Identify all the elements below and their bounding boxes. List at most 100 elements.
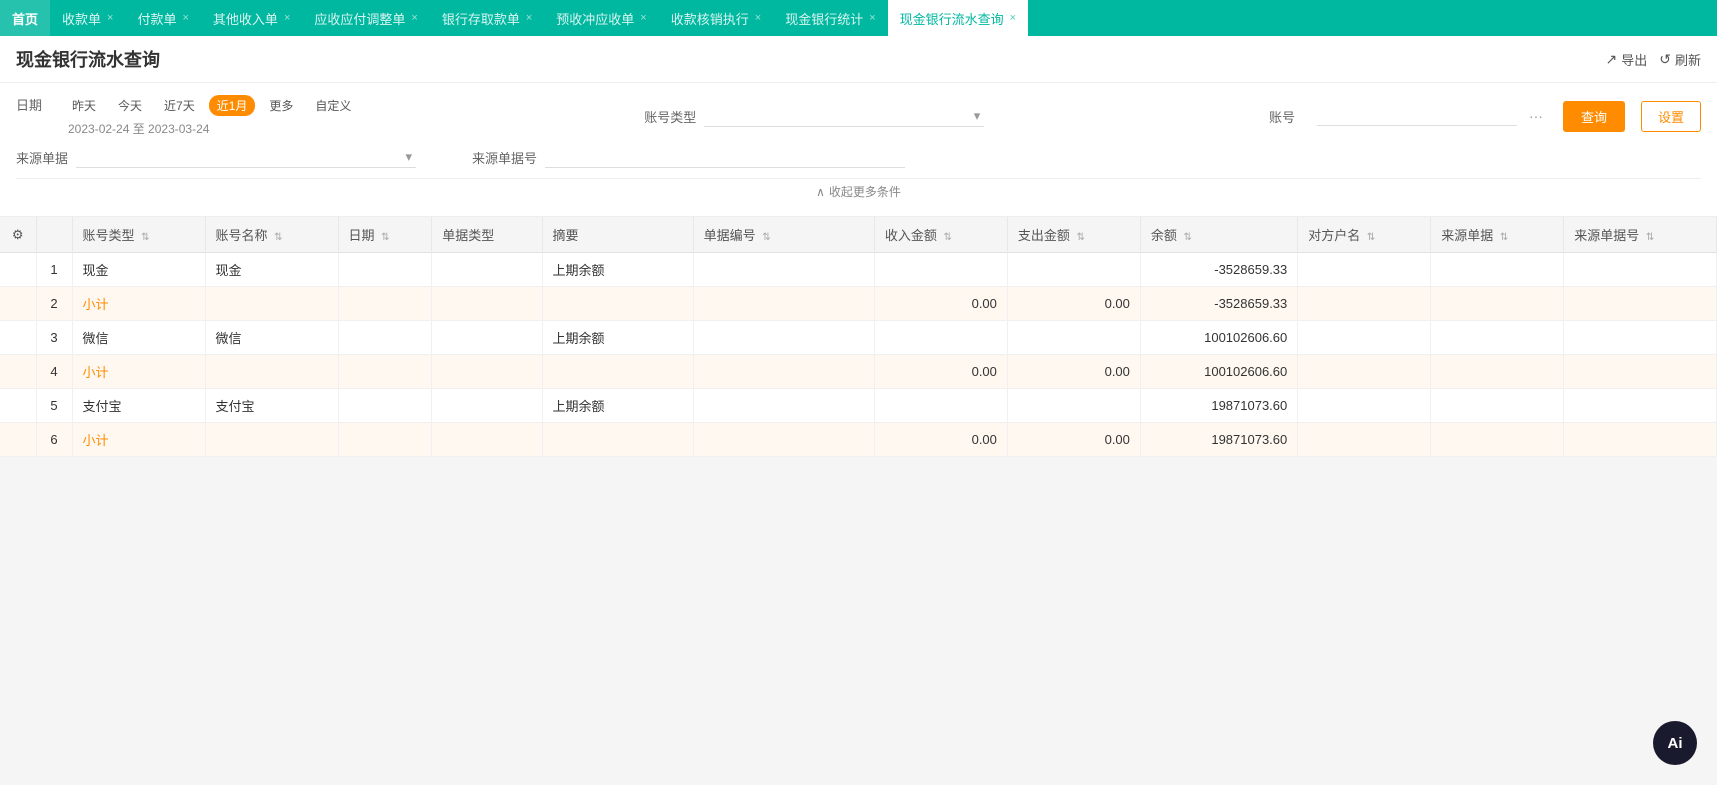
account-dots-icon[interactable]: ···	[1525, 106, 1547, 126]
close-prepay-icon[interactable]: ×	[640, 12, 646, 24]
source-doc-label: 来源单据	[16, 148, 68, 167]
gear-icon: ⚙	[12, 227, 24, 242]
close-bank-deposit-icon[interactable]: ×	[526, 12, 532, 24]
filter-area: 日期 昨天 今天 近7天 近1月 更多 自定义 2023-02-24 至 202…	[0, 83, 1717, 217]
tab-verify[interactable]: 收款核销执行 ×	[659, 0, 773, 36]
td-income: 0.00	[874, 423, 1007, 457]
close-receipt-icon[interactable]: ×	[107, 12, 113, 24]
td-account-type: 现金	[72, 253, 205, 287]
settings-button[interactable]: 设置	[1641, 101, 1701, 132]
date-opt-yesterday[interactable]: 昨天	[64, 95, 104, 116]
date-opt-custom[interactable]: 自定义	[307, 95, 359, 116]
td-date	[338, 321, 432, 355]
page-header: 现金银行流水查询 ↗ 导出 ↺ 刷新	[0, 36, 1717, 83]
td-account-name: 微信	[205, 321, 338, 355]
close-verify-icon[interactable]: ×	[755, 12, 761, 24]
th-account-name[interactable]: 账号名称 ⇅	[205, 217, 338, 253]
td-account-name	[205, 287, 338, 321]
date-opt-more[interactable]: 更多	[261, 95, 301, 116]
source-doc-group: 来源单据 ▾	[16, 147, 416, 168]
tab-receipt[interactable]: 收款单 ×	[50, 0, 125, 36]
td-date	[338, 253, 432, 287]
source-doc-select[interactable]: ▾	[76, 147, 416, 168]
tab-payment-label: 付款单	[137, 9, 176, 28]
tab-prepay-label: 预收冲应收单	[556, 9, 634, 28]
td-gear	[0, 355, 36, 389]
th-doc-type[interactable]: 单据类型	[432, 217, 542, 253]
date-opt-7days[interactable]: 近7天	[156, 95, 203, 116]
td-counterpart	[1298, 253, 1431, 287]
td-gear	[0, 287, 36, 321]
td-gear	[0, 321, 36, 355]
td-source-doc	[1431, 253, 1564, 287]
tab-prepay[interactable]: 预收冲应收单 ×	[544, 0, 658, 36]
tab-payment[interactable]: 付款单 ×	[125, 0, 200, 36]
export-label: 导出	[1621, 50, 1647, 69]
ai-button[interactable]: Ai	[1653, 721, 1697, 765]
th-balance[interactable]: 余额 ⇅	[1140, 217, 1297, 253]
td-income	[874, 321, 1007, 355]
th-doc-no[interactable]: 单据编号 ⇅	[693, 217, 874, 253]
td-account-name: 支付宝	[205, 389, 338, 423]
date-opt-today[interactable]: 今天	[110, 95, 150, 116]
tab-stats[interactable]: 现金银行统计 ×	[773, 0, 887, 36]
td-expense: 0.00	[1007, 423, 1140, 457]
export-icon: ↗	[1606, 51, 1618, 68]
date-options-wrap: 昨天 今天 近7天 近1月 更多 自定义 2023-02-24 至 2023-0…	[64, 95, 359, 137]
td-date	[338, 287, 432, 321]
account-type-select[interactable]: ▾	[704, 106, 984, 127]
td-counterpart	[1298, 321, 1431, 355]
tab-home-label: 首页	[12, 9, 38, 28]
td-balance: -3528659.33	[1140, 287, 1297, 321]
source-doc-no-input[interactable]	[549, 150, 901, 165]
th-summary[interactable]: 摘要	[542, 217, 693, 253]
date-opt-1month[interactable]: 近1月	[209, 95, 256, 116]
td-expense	[1007, 389, 1140, 423]
header-actions: ↗ 导出 ↺ 刷新	[1606, 50, 1702, 69]
td-income: 0.00	[874, 287, 1007, 321]
td-source-doc-no	[1564, 389, 1717, 423]
td-gear	[0, 423, 36, 457]
td-account-name: 现金	[205, 253, 338, 287]
th-account-type[interactable]: 账号类型 ⇅	[72, 217, 205, 253]
table-wrap: ⚙ 账号类型 ⇅ 账号名称 ⇅ 日期 ⇅ 单据类型	[0, 217, 1717, 457]
td-expense: 0.00	[1007, 355, 1140, 389]
th-gear[interactable]: ⚙	[0, 217, 36, 253]
table-row: 5支付宝支付宝上期余额19871073.60	[0, 389, 1717, 423]
tab-other-income-label: 其他收入单	[213, 9, 278, 28]
export-button[interactable]: ↗ 导出	[1606, 50, 1648, 69]
td-doc-type	[432, 355, 542, 389]
td-source-doc	[1431, 355, 1564, 389]
tab-home[interactable]: 首页	[0, 0, 50, 36]
td-account-type: 支付宝	[72, 389, 205, 423]
td-counterpart	[1298, 423, 1431, 457]
close-stats-icon[interactable]: ×	[869, 12, 875, 24]
th-source-doc[interactable]: 来源单据 ⇅	[1431, 217, 1564, 253]
table-body: 1现金现金上期余额-3528659.332小计0.000.00-3528659.…	[0, 253, 1717, 457]
query-button[interactable]: 查询	[1563, 101, 1625, 132]
close-payment-icon[interactable]: ×	[182, 12, 188, 24]
close-adjust-icon[interactable]: ×	[411, 12, 417, 24]
filter-row-source: 来源单据 ▾ 来源单据号	[16, 147, 1701, 168]
date-filter-group: 日期 昨天 今天 近7天 近1月 更多 自定义 2023-02-24 至 202…	[16, 95, 359, 137]
tab-other-income[interactable]: 其他收入单 ×	[201, 0, 302, 36]
th-income[interactable]: 收入金额 ⇅	[874, 217, 1007, 253]
account-type-group: 账号类型 ▾	[644, 106, 984, 127]
th-date[interactable]: 日期 ⇅	[338, 217, 432, 253]
tab-query[interactable]: 现金银行流水查询 ×	[888, 0, 1028, 36]
th-counterpart[interactable]: 对方户名 ⇅	[1298, 217, 1431, 253]
collapse-button[interactable]: ∧ 收起更多条件	[16, 178, 1701, 204]
th-expense[interactable]: 支出金额 ⇅	[1007, 217, 1140, 253]
td-source-doc-no	[1564, 287, 1717, 321]
td-balance: -3528659.33	[1140, 253, 1297, 287]
td-account-type: 小计	[72, 423, 205, 457]
td-date	[338, 355, 432, 389]
close-other-income-icon[interactable]: ×	[284, 12, 290, 24]
td-num: 4	[36, 355, 72, 389]
tab-bank-deposit[interactable]: 银行存取款单 ×	[430, 0, 544, 36]
tab-adjust[interactable]: 应收应付调整单 ×	[302, 0, 429, 36]
account-input[interactable]	[1321, 108, 1513, 123]
close-query-icon[interactable]: ×	[1010, 12, 1016, 24]
refresh-button[interactable]: ↺ 刷新	[1659, 50, 1701, 69]
th-source-doc-no[interactable]: 来源单据号 ⇅	[1564, 217, 1717, 253]
